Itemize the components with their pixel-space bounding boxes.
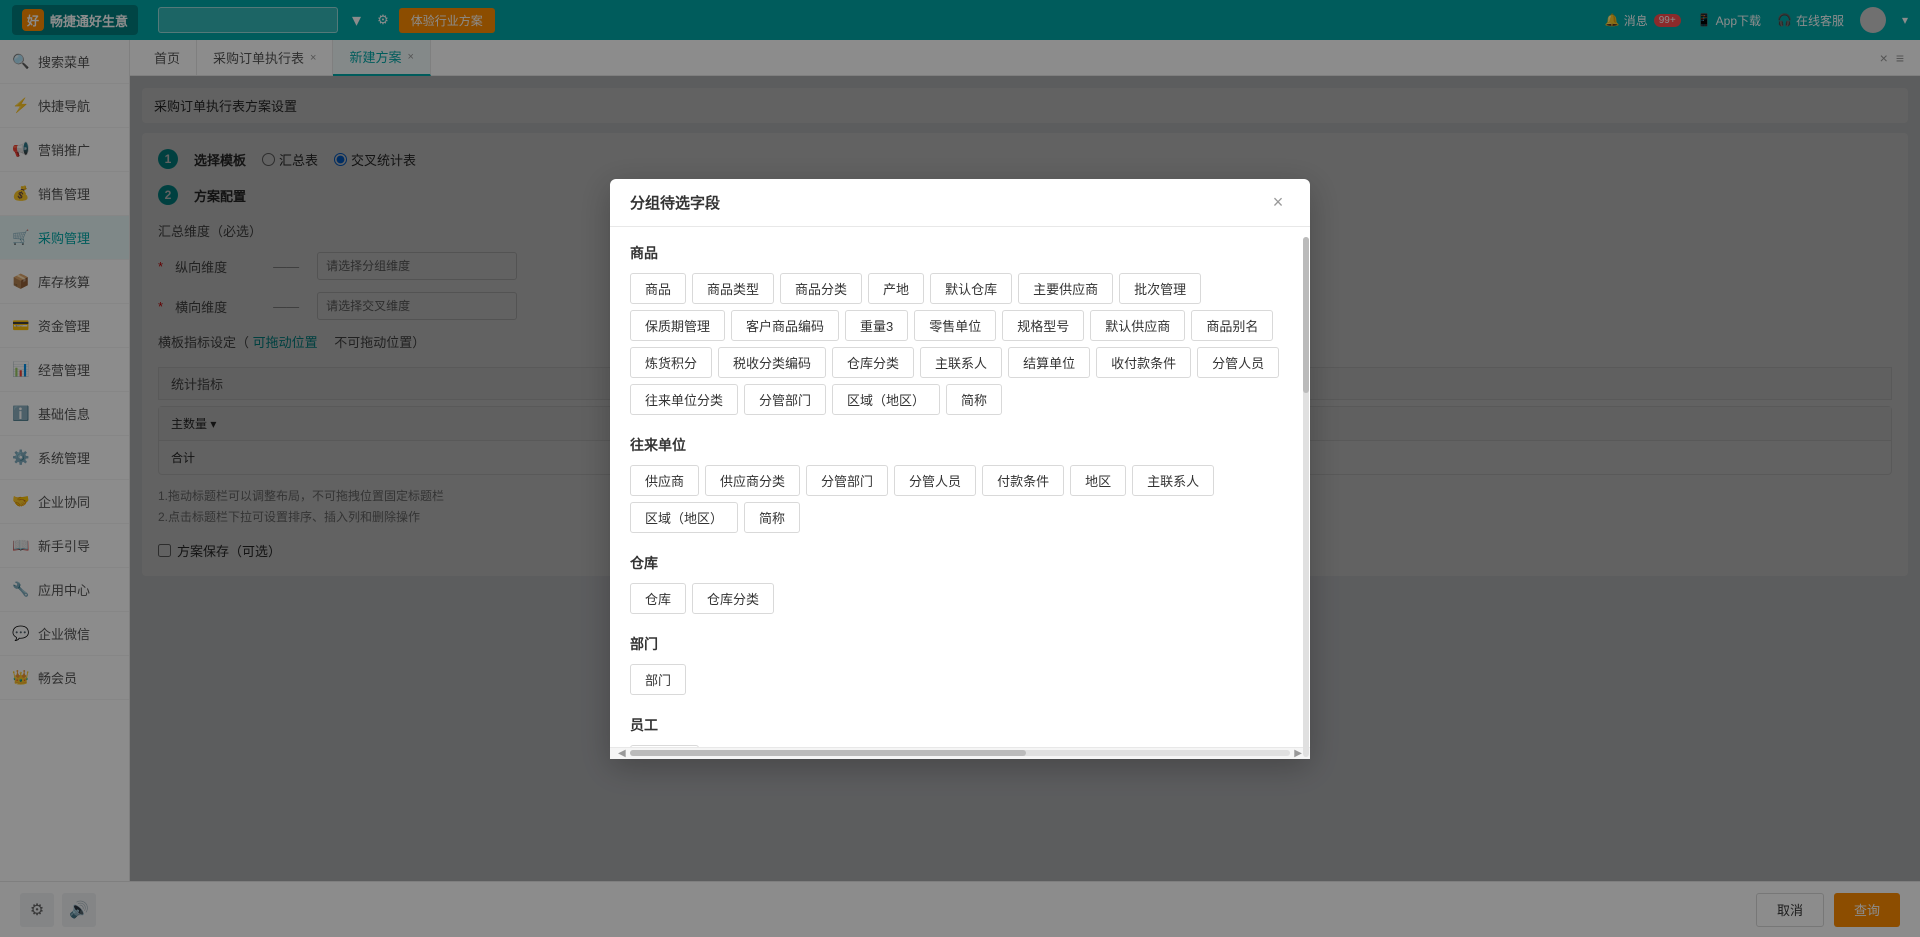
- field-tag-0-13[interactable]: 商品别名: [1191, 310, 1273, 341]
- field-tag-1-2[interactable]: 分管部门: [806, 465, 888, 496]
- field-tag-0-8[interactable]: 客户商品编码: [731, 310, 839, 341]
- modal-close-button[interactable]: ×: [1266, 190, 1290, 214]
- vscroll-thumb: [1303, 237, 1309, 393]
- field-group-2: 仓库仓库仓库分类: [630, 553, 1290, 614]
- field-tag-0-4[interactable]: 默认仓库: [930, 273, 1012, 304]
- field-tag-0-21[interactable]: 往来单位分类: [630, 384, 738, 415]
- modal-dialog: 分组待选字段 × 商品商品商品类型商品分类产地默认仓库主要供应商批次管理保质期管…: [610, 179, 1310, 759]
- field-tag-0-16[interactable]: 仓库分类: [832, 347, 914, 378]
- field-tag-0-22[interactable]: 分管部门: [744, 384, 826, 415]
- field-tag-2-0[interactable]: 仓库: [630, 583, 686, 614]
- modal-body: 商品商品商品类型商品分类产地默认仓库主要供应商批次管理保质期管理客户商品编码重量…: [610, 227, 1310, 747]
- field-group-3: 部门部门: [630, 634, 1290, 695]
- hscroll-track: [630, 750, 1291, 756]
- field-tag-0-24[interactable]: 简称: [946, 384, 1002, 415]
- field-tag-1-3[interactable]: 分管人员: [894, 465, 976, 496]
- field-tag-0-6[interactable]: 批次管理: [1119, 273, 1201, 304]
- field-group-title-2: 仓库: [630, 553, 1290, 573]
- field-tag-1-7[interactable]: 区域（地区）: [630, 502, 738, 533]
- field-tag-0-0[interactable]: 商品: [630, 273, 686, 304]
- field-tag-0-10[interactable]: 零售单位: [914, 310, 996, 341]
- hscroll-thumb: [630, 750, 1026, 756]
- modal-hscroll[interactable]: ◀ ▶: [610, 747, 1310, 759]
- field-tag-0-18[interactable]: 结算单位: [1008, 347, 1090, 378]
- field-group-1: 往来单位供应商供应商分类分管部门分管人员付款条件地区主联系人区域（地区）简称: [630, 435, 1290, 533]
- modal-vscroll[interactable]: [1302, 227, 1310, 747]
- field-tag-0-11[interactable]: 规格型号: [1002, 310, 1084, 341]
- field-tags-0: 商品商品类型商品分类产地默认仓库主要供应商批次管理保质期管理客户商品编码重量3零…: [630, 273, 1290, 415]
- field-tags-3: 部门: [630, 664, 1290, 695]
- modal-overlay: 分组待选字段 × 商品商品商品类型商品分类产地默认仓库主要供应商批次管理保质期管…: [0, 0, 1920, 937]
- field-tag-0-14[interactable]: 炼货积分: [630, 347, 712, 378]
- field-tag-0-1[interactable]: 商品类型: [692, 273, 774, 304]
- field-group-title-1: 往来单位: [630, 435, 1290, 455]
- vscroll-track: [1303, 237, 1309, 757]
- field-tag-0-23[interactable]: 区域（地区）: [832, 384, 940, 415]
- modal-title: 分组待选字段: [630, 192, 720, 213]
- field-tag-0-17[interactable]: 主联系人: [920, 347, 1002, 378]
- field-tag-0-2[interactable]: 商品分类: [780, 273, 862, 304]
- field-tag-2-1[interactable]: 仓库分类: [692, 583, 774, 614]
- hscroll-left-arrow[interactable]: ◀: [618, 748, 626, 759]
- field-group-title-0: 商品: [630, 243, 1290, 263]
- field-tag-0-7[interactable]: 保质期管理: [630, 310, 725, 341]
- field-tag-0-20[interactable]: 分管人员: [1197, 347, 1279, 378]
- field-tags-1: 供应商供应商分类分管部门分管人员付款条件地区主联系人区域（地区）简称: [630, 465, 1290, 533]
- modal-header: 分组待选字段 ×: [610, 179, 1310, 227]
- field-tag-1-1[interactable]: 供应商分类: [705, 465, 800, 496]
- field-tag-1-6[interactable]: 主联系人: [1132, 465, 1214, 496]
- field-tag-0-19[interactable]: 收付款条件: [1096, 347, 1191, 378]
- field-tag-0-15[interactable]: 税收分类编码: [718, 347, 826, 378]
- field-group-4: 员工业务员: [630, 715, 1290, 747]
- field-group-0: 商品商品商品类型商品分类产地默认仓库主要供应商批次管理保质期管理客户商品编码重量…: [630, 243, 1290, 415]
- field-tags-2: 仓库仓库分类: [630, 583, 1290, 614]
- field-group-title-3: 部门: [630, 634, 1290, 654]
- field-tag-0-9[interactable]: 重量3: [845, 310, 908, 341]
- field-tag-1-5[interactable]: 地区: [1070, 465, 1126, 496]
- field-group-title-4: 员工: [630, 715, 1290, 735]
- field-tag-1-8[interactable]: 简称: [744, 502, 800, 533]
- field-tag-0-12[interactable]: 默认供应商: [1090, 310, 1185, 341]
- field-tag-1-4[interactable]: 付款条件: [982, 465, 1064, 496]
- hscroll-right-arrow[interactable]: ▶: [1294, 748, 1302, 759]
- field-tag-1-0[interactable]: 供应商: [630, 465, 699, 496]
- field-tag-0-5[interactable]: 主要供应商: [1018, 273, 1113, 304]
- field-tag-3-0[interactable]: 部门: [630, 664, 686, 695]
- field-tag-0-3[interactable]: 产地: [868, 273, 924, 304]
